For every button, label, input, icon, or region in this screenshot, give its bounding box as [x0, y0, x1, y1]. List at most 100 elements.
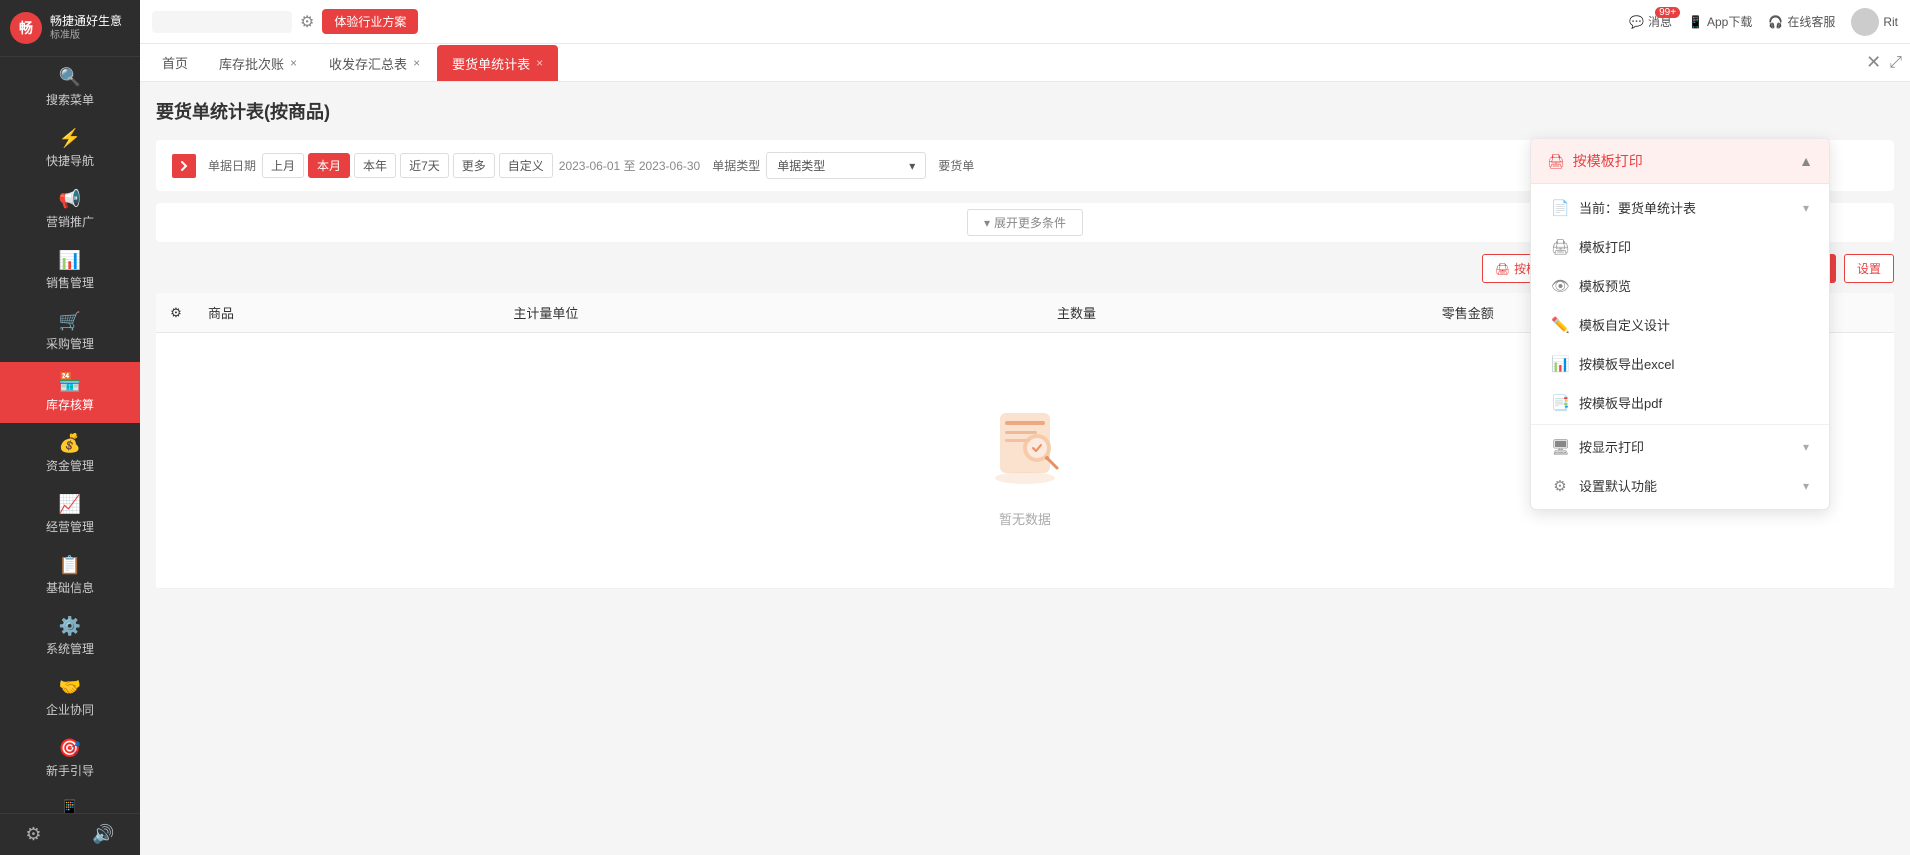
gear-icon: ⚙️: [59, 616, 81, 637]
current-template-chevron: ▾: [1803, 201, 1809, 215]
sidebar-item-marketing[interactable]: 📢 营销推广: [0, 179, 140, 240]
expand-more-button[interactable]: ▾ 展开更多条件: [967, 209, 1083, 236]
audio-footer-icon[interactable]: 🔊: [92, 824, 114, 845]
dropdown-header: 🖨 按模板打印 ▲: [1531, 139, 1829, 184]
template-preview-icon: 👁: [1551, 277, 1569, 295]
sidebar-item-label: 采购管理: [46, 335, 94, 352]
maximize-window-button[interactable]: ⤢: [1889, 54, 1902, 72]
date-filter-group: 单据日期 上月 本月 本年 近7天 更多 自定义 2023-06-01 至 20…: [208, 153, 700, 178]
dropdown-divider: [1531, 424, 1829, 425]
search-input[interactable]: [152, 11, 292, 33]
default-func-icon: ⚙: [1551, 477, 1569, 495]
topbar-left: ⚙ 体验行业方案: [152, 9, 418, 34]
date-btn-current-month[interactable]: 本月: [308, 153, 350, 178]
chart-icon: 📊: [59, 250, 81, 271]
template-pdf-item[interactable]: 📑 按模板导出pdf: [1531, 383, 1829, 422]
filter-expand-button[interactable]: [172, 154, 196, 178]
tab-order-stats-label: 要货单统计表: [452, 54, 530, 73]
sidebar-nav: 🔍 搜索菜单 ⚡ 快捷导航 📢 营销推广 📊 销售管理 🛒 采购管理 🏪 库存核…: [0, 57, 140, 813]
settings-button[interactable]: 设置: [1844, 254, 1894, 283]
sidebar-item-quick-nav[interactable]: ⚡ 快捷导航: [0, 118, 140, 179]
date-buttons: 上月 本月 本年 近7天 更多 自定义: [262, 153, 553, 178]
template-print-label: 模板打印: [1579, 237, 1631, 256]
sidebar-item-finance[interactable]: 💰 资金管理: [0, 423, 140, 484]
template-print-icon: 🖨: [1551, 238, 1569, 256]
cart-icon: 🛒: [59, 311, 81, 332]
order-type-select[interactable]: 单据类型 ▾: [766, 152, 926, 179]
sidebar-item-sales[interactable]: 📊 销售管理: [0, 240, 140, 301]
sidebar-item-search[interactable]: 🔍 搜索菜单: [0, 57, 140, 118]
template-custom-label: 模板自定义设计: [1579, 315, 1670, 334]
experience-button[interactable]: 体验行业方案: [322, 9, 418, 34]
tab-order-stats-close[interactable]: ×: [536, 56, 543, 70]
topbar: ⚙ 体验行业方案 💬 消息 99+ 📱 App下载 🎧 在线客服 Rit: [140, 0, 1910, 44]
settings-footer-icon[interactable]: ⚙: [25, 824, 41, 845]
sidebar-item-purchase[interactable]: 🛒 采购管理: [0, 301, 140, 362]
sidebar-item-operations[interactable]: 📈 经营管理: [0, 484, 140, 545]
tab-receivable-summary[interactable]: 收发存汇总表 ×: [314, 45, 435, 81]
money-icon: 💰: [59, 433, 81, 454]
gear-icon[interactable]: ⚙: [170, 305, 182, 320]
sidebar-footer: ⚙ 🔊: [0, 813, 140, 855]
username: Rit: [1883, 15, 1898, 29]
tab-receivable-summary-close[interactable]: ×: [413, 56, 420, 70]
table-col-unit: 主计量单位: [501, 293, 1045, 333]
date-btn-more[interactable]: 更多: [453, 153, 495, 178]
sidebar-item-label: 新手引导: [46, 762, 94, 779]
sidebar-item-label: 经营管理: [46, 518, 94, 535]
date-btn-7days[interactable]: 近7天: [400, 153, 449, 178]
template-custom-item[interactable]: ✏️ 模板自定义设计: [1531, 305, 1829, 344]
default-func-item[interactable]: ⚙ 设置默认功能 ▾: [1531, 466, 1829, 505]
sidebar-item-label: 企业协同: [46, 701, 94, 718]
sidebar-item-basic[interactable]: 📋 基础信息: [0, 545, 140, 606]
sidebar-item-apps[interactable]: 📱 应用中心: [0, 789, 140, 813]
date-btn-last-month[interactable]: 上月: [262, 153, 304, 178]
clipboard-icon: 📋: [59, 555, 81, 576]
dropdown-title-text: 按模板打印: [1573, 151, 1643, 171]
template-print-item[interactable]: 🖨 模板打印: [1531, 227, 1829, 266]
trending-icon: 📈: [59, 494, 81, 515]
table-col-gear: ⚙: [156, 293, 196, 333]
dropdown-collapse-icon[interactable]: ▲: [1799, 153, 1813, 169]
user-profile[interactable]: Rit: [1851, 8, 1898, 36]
goods-label: 要货单: [938, 157, 974, 174]
empty-illustration: [975, 393, 1075, 493]
close-window-button[interactable]: ✕: [1866, 52, 1881, 73]
app-download-button[interactable]: 📱 App下载: [1688, 13, 1752, 30]
tabs-actions: ✕ ⤢: [1866, 52, 1902, 73]
sidebar-item-inventory[interactable]: 🏪 库存核算: [0, 362, 140, 423]
date-btn-custom[interactable]: 自定义: [499, 153, 553, 178]
tab-inventory-batch-close[interactable]: ×: [290, 56, 297, 70]
display-print-chevron: ▾: [1803, 440, 1809, 454]
sidebar-item-system[interactable]: ⚙️ 系统管理: [0, 606, 140, 667]
sidebar-item-enterprise[interactable]: 🤝 企业协同: [0, 667, 140, 728]
sidebar-item-label: 营销推广: [46, 213, 94, 230]
online-service-button[interactable]: 🎧 在线客服: [1768, 13, 1835, 30]
tab-home[interactable]: 首页: [148, 45, 202, 81]
template-custom-icon: ✏️: [1551, 316, 1569, 334]
display-print-item[interactable]: 🖥 按显示打印 ▾: [1531, 427, 1829, 466]
tab-home-label: 首页: [162, 53, 188, 72]
table-col-goods: 商品: [196, 293, 501, 333]
template-preview-item[interactable]: 👁 模板预览: [1531, 266, 1829, 305]
order-type-filter-group: 单据类型 单据类型 ▾: [712, 152, 926, 179]
expand-more-chevron: ▾: [984, 216, 990, 230]
megaphone-icon: 📢: [59, 189, 81, 210]
app-edition: 标准版: [50, 29, 122, 43]
print-icon: 🖨: [1495, 262, 1510, 276]
topbar-gear-icon[interactable]: ⚙: [300, 12, 314, 32]
sidebar: 畅 畅捷通好生意 标准版 🔍 搜索菜单 ⚡ 快捷导航 📢 营销推广 📊 销售管理…: [0, 0, 140, 855]
online-service-label: 在线客服: [1787, 13, 1835, 30]
template-excel-item[interactable]: 📊 按模板导出excel: [1531, 344, 1829, 383]
tab-order-stats[interactable]: 要货单统计表 ×: [437, 45, 558, 81]
messages-button[interactable]: 💬 消息 99+: [1629, 13, 1672, 30]
template-preview-label: 模板预览: [1579, 276, 1631, 295]
date-btn-current-year[interactable]: 本年: [354, 153, 396, 178]
avatar: [1851, 8, 1879, 36]
print-dropdown: 🖨 按模板打印 ▲ 📄 当前：要货单统计表 ▾ 🖨 模板打印 👁 模板预览 ✏️…: [1530, 138, 1830, 510]
tab-inventory-batch[interactable]: 库存批次账 ×: [204, 45, 312, 81]
current-template-item[interactable]: 📄 当前：要货单统计表 ▾: [1531, 188, 1829, 227]
sidebar-item-guide[interactable]: 🎯 新手引导: [0, 728, 140, 789]
app-download-icon: 📱: [1688, 15, 1703, 29]
template-pdf-label: 按模板导出pdf: [1579, 393, 1662, 412]
